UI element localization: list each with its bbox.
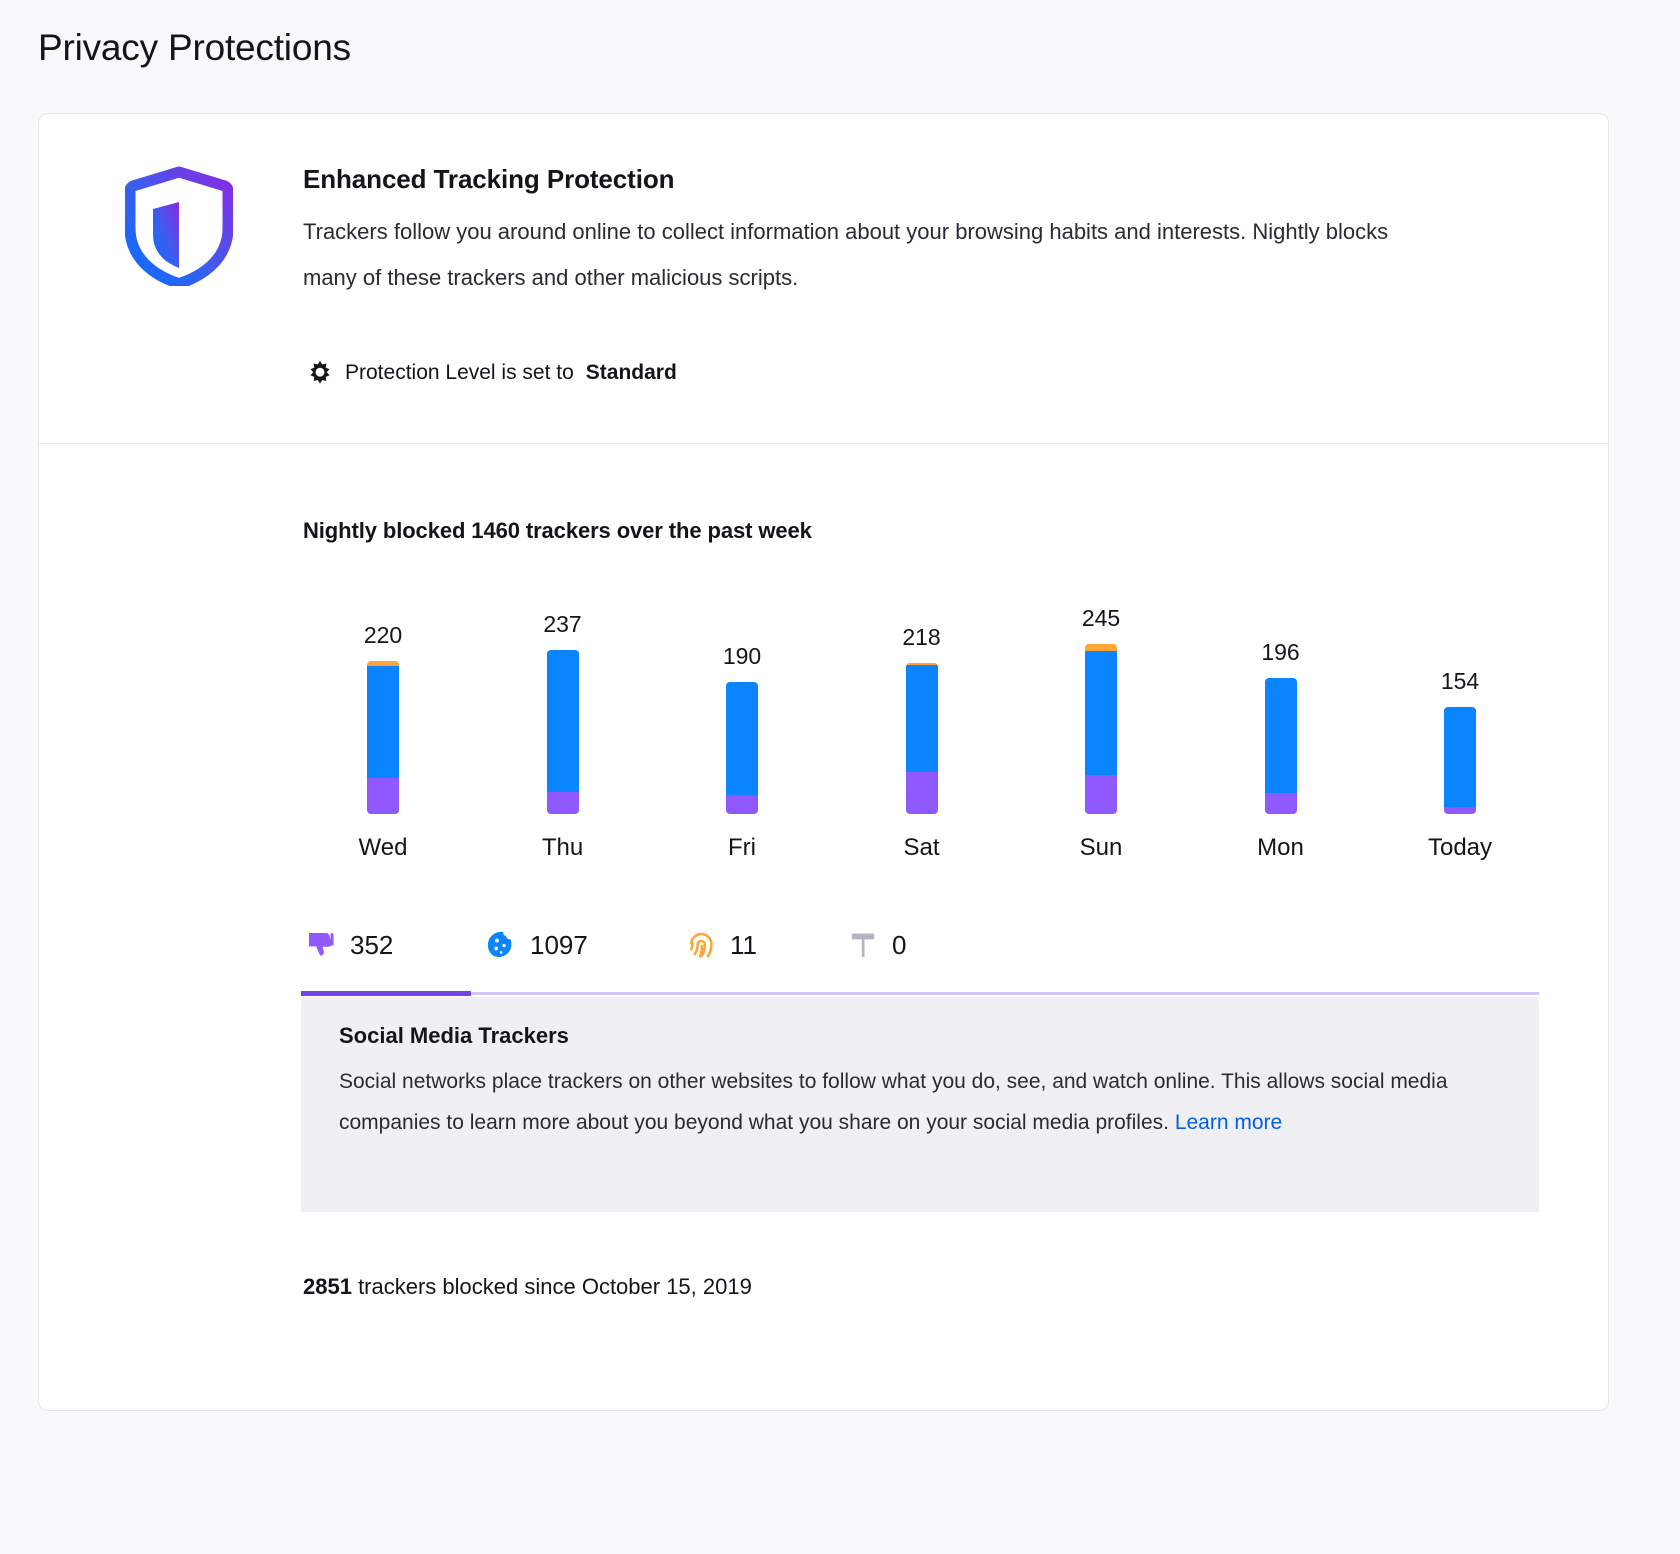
bar-stack[interactable]: [1265, 678, 1297, 814]
day-label: Today: [1380, 836, 1540, 860]
total-blocked-footer: 2851 trackers blocked since October 15, …: [303, 1274, 752, 1300]
bar-stack[interactable]: [367, 661, 399, 814]
bar-value-label: 190: [662, 645, 822, 668]
protection-level-text: Protection Level is set to: [345, 361, 574, 385]
bar-value-label: 196: [1201, 641, 1361, 664]
legend-item-social[interactable]: 352: [301, 922, 397, 968]
bar-column[interactable]: 218: [842, 584, 1002, 814]
bar-segment-cookie: [1085, 651, 1117, 775]
day-label: Sun: [1021, 836, 1181, 860]
bar-stack[interactable]: [906, 663, 938, 814]
bar-segment-social: [1265, 793, 1297, 814]
bar-value-label: 220: [303, 624, 463, 647]
legend-underline: [301, 992, 1539, 995]
legend-item-fingerprinter[interactable]: 11: [681, 922, 761, 968]
bar-segment-social: [726, 795, 758, 814]
bar-segment-social: [906, 772, 938, 814]
etp-description: Trackers follow you around online to col…: [303, 209, 1415, 301]
cookie-icon: [485, 929, 517, 961]
day-label: Mon: [1201, 836, 1361, 860]
bar-stack[interactable]: [547, 650, 579, 814]
bar-segment-cookie: [367, 666, 399, 778]
bar-stack[interactable]: [1085, 644, 1117, 814]
bar-value-label: 154: [1380, 670, 1540, 693]
bar-stack[interactable]: [1444, 707, 1476, 814]
legend-count-fingerprinter: 11: [730, 932, 757, 958]
protection-level-row[interactable]: Protection Level is set to Standard: [307, 360, 677, 386]
etp-copy: Enhanced Tracking Protection Trackers fo…: [303, 164, 1443, 301]
chart-day-labels: Wed Thu Fri Sat Sun Mon Today: [303, 836, 1541, 876]
legend-count-tracker: 0: [892, 932, 906, 958]
bar-column[interactable]: 245: [1021, 584, 1181, 814]
thumbs-down-icon: [305, 929, 337, 961]
bar-segment-cookie: [1265, 678, 1297, 793]
protection-level-value: Standard: [586, 361, 677, 385]
bar-value-label: 218: [842, 626, 1002, 649]
page-title: Privacy Protections: [38, 26, 351, 70]
weekly-tracker-bar-chart: 220 237 190 218 245 196 154: [303, 584, 1541, 814]
shield-icon: [125, 166, 233, 286]
legend-active-indicator: [301, 991, 471, 996]
bar-value-label: 237: [483, 613, 643, 636]
learn-more-link[interactable]: Learn more: [1175, 1111, 1282, 1134]
day-label: Wed: [303, 836, 463, 860]
bar-segment-social: [1085, 775, 1117, 814]
gear-icon: [307, 360, 333, 386]
bar-segment-social: [1444, 807, 1476, 814]
detail-panel-body: Social networks place trackers on other …: [339, 1061, 1464, 1143]
signpost-icon: [847, 929, 879, 961]
bar-value-label: 245: [1021, 607, 1181, 630]
tracker-detail-panel: Social Media Trackers Social networks pl…: [301, 997, 1539, 1212]
bar-column[interactable]: 190: [662, 584, 822, 814]
tracker-type-legend: 352 1097 11 0: [301, 922, 1539, 984]
graph-heading: Nightly blocked 1460 trackers over the p…: [303, 518, 812, 544]
bar-column[interactable]: 196: [1201, 584, 1361, 814]
bar-segment-cookie: [906, 665, 938, 773]
bar-segment-cookie: [726, 682, 758, 795]
day-label: Fri: [662, 836, 822, 860]
bar-stack[interactable]: [726, 682, 758, 814]
fingerprint-icon: [685, 929, 717, 961]
bar-segment-social: [547, 792, 579, 814]
bar-segment-cookie: [547, 650, 579, 792]
enhanced-tracking-protection-section: Enhanced Tracking Protection Trackers fo…: [39, 114, 1608, 444]
day-label: Thu: [483, 836, 643, 860]
detail-panel-title: Social Media Trackers: [339, 1023, 1501, 1049]
day-label: Sat: [842, 836, 1002, 860]
legend-count-social: 352: [350, 932, 393, 958]
total-blocked-text: trackers blocked since October 15, 2019: [352, 1274, 752, 1299]
bar-column[interactable]: 154: [1380, 584, 1540, 814]
privacy-protections-card: Enhanced Tracking Protection Trackers fo…: [38, 113, 1609, 1411]
bar-segment-cookie: [1444, 707, 1476, 807]
bar-column[interactable]: 237: [483, 584, 643, 814]
legend-item-tracker[interactable]: 0: [843, 922, 910, 968]
legend-item-cookie[interactable]: 1097: [481, 922, 592, 968]
bar-segment-social: [367, 778, 399, 814]
total-blocked-count: 2851: [303, 1274, 352, 1299]
etp-title: Enhanced Tracking Protection: [303, 164, 1443, 195]
bar-segment-fingerprinter: [1085, 644, 1117, 651]
legend-count-cookie: 1097: [530, 932, 588, 958]
bar-column[interactable]: 220: [303, 584, 463, 814]
